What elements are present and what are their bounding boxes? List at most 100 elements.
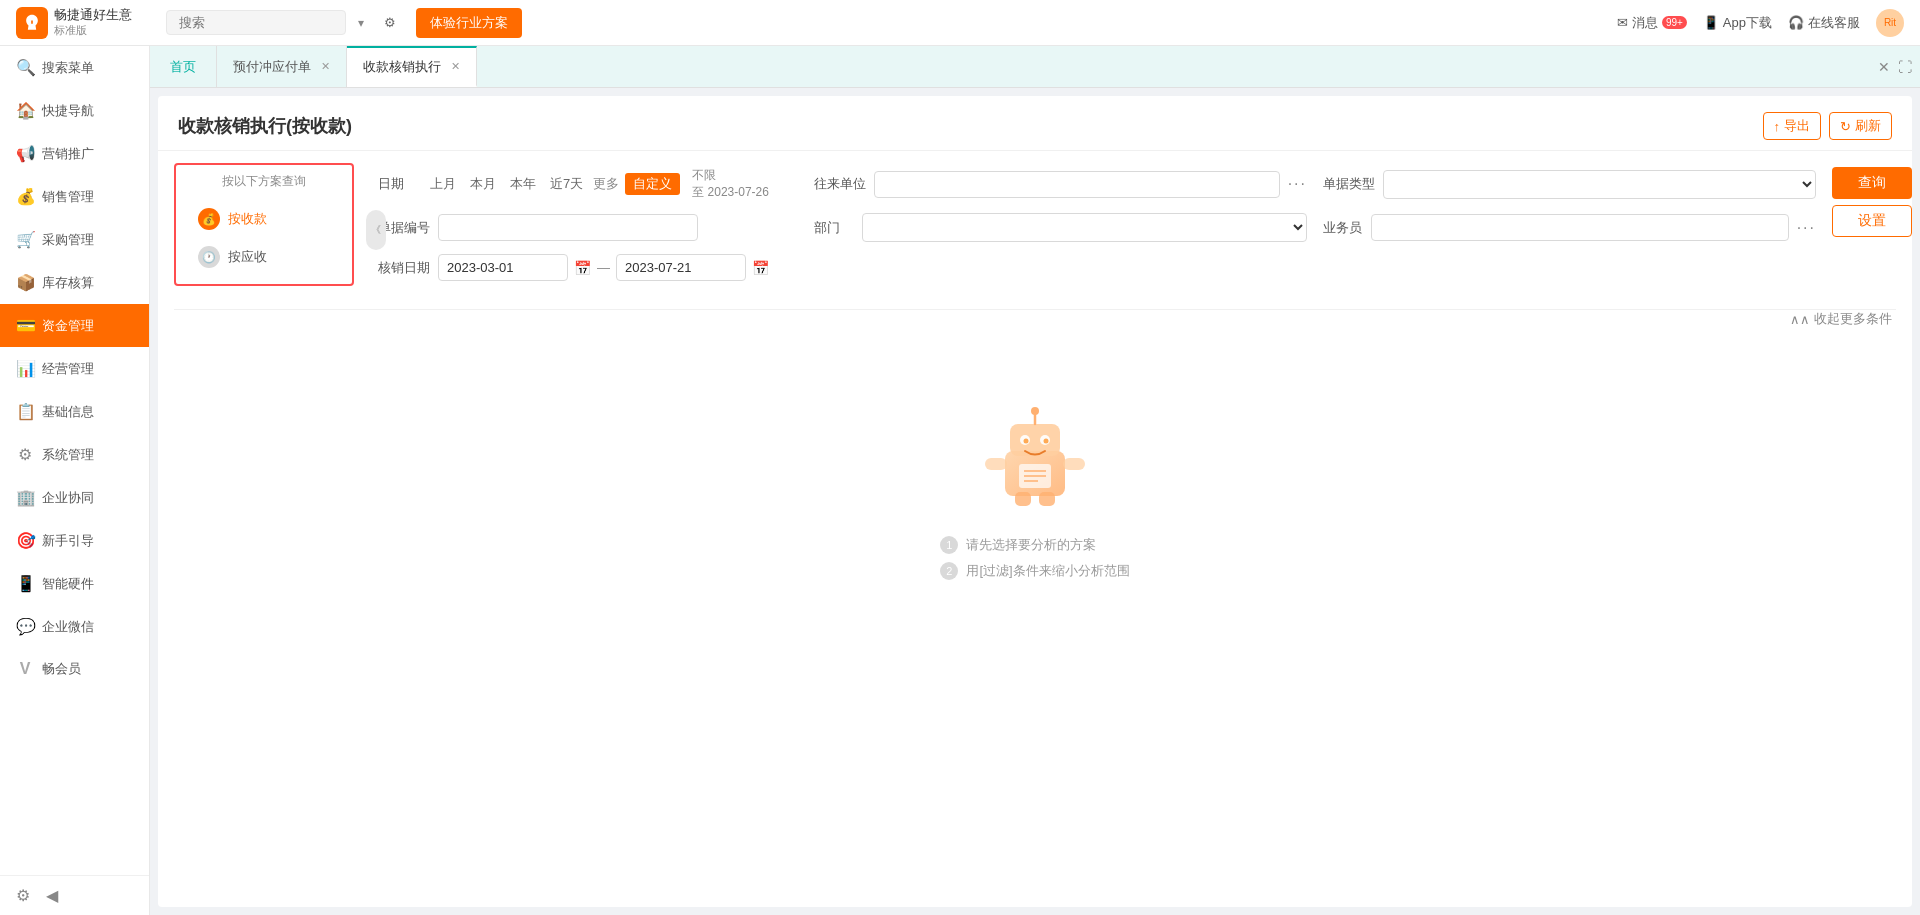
sidebar-item-basic-info[interactable]: 📋 基础信息 [0, 390, 149, 433]
filter-right: 日期 上月 本月 本年 近7天 更多 自定义 [374, 163, 1912, 297]
sidebar-item-sales[interactable]: 💰 销售管理 [0, 175, 149, 218]
sidebar-collapse-icon[interactable]: ◀ [46, 886, 58, 905]
date-field: 日期 上月 本月 本年 近7天 更多 自定义 [378, 167, 798, 201]
sidebar-label-wechat: 企业微信 [42, 618, 94, 636]
tab-expand-icon[interactable]: ⛶ [1898, 59, 1912, 75]
sidebar-item-system[interactable]: ⚙ 系统管理 [0, 433, 149, 476]
page-title: 收款核销执行(按收款) [178, 114, 352, 138]
sidebar-label-basic-info: 基础信息 [42, 403, 94, 421]
sidebar-item-member[interactable]: V 畅会员 [0, 648, 149, 690]
tab-bar-actions: ✕ ⛶ [1878, 59, 1920, 75]
export-button[interactable]: ↑ 导出 [1763, 112, 1822, 140]
counterparty-more-icon[interactable]: ··· [1288, 175, 1307, 193]
sidebar-settings-icon[interactable]: ⚙ [16, 886, 30, 905]
message-item[interactable]: ✉ 消息 99+ [1617, 14, 1687, 32]
query-button[interactable]: 查询 [1832, 167, 1912, 199]
svg-rect-9 [1063, 458, 1085, 470]
writeoff-date-range: 📅 — 📅 [438, 254, 769, 281]
query-button-area: 查询 设置 [1832, 163, 1912, 297]
online-service-item[interactable]: 🎧 在线客服 [1788, 14, 1860, 32]
svg-rect-8 [985, 458, 1007, 470]
sidebar-item-quick-nav[interactable]: 🏠 快捷导航 [0, 89, 149, 132]
department-select[interactable] [862, 213, 1307, 242]
sidebar-item-inventory[interactable]: 📦 库存核算 [0, 261, 149, 304]
empty-illustration [975, 396, 1095, 516]
dropdown-arrow-icon[interactable]: ▾ [358, 16, 364, 30]
basic-info-icon: 📋 [16, 402, 34, 421]
collapse-chevron-icon: ∧∧ [1790, 312, 1810, 327]
sidebar-item-wechat[interactable]: 💬 企业微信 [0, 605, 149, 648]
tab-prepayment-close-icon[interactable]: ✕ [321, 60, 330, 73]
date-btn-last-month[interactable]: 上月 [426, 173, 460, 195]
enterprise-icon: 🏢 [16, 488, 34, 507]
date-btn-this-month[interactable]: 本月 [466, 173, 500, 195]
department-field: 部门 [814, 213, 1307, 242]
salesperson-more-icon[interactable]: ··· [1797, 219, 1816, 237]
collapse-more-area: ∧∧ 收起更多条件 [158, 310, 1912, 336]
sidebar-item-guide[interactable]: 🎯 新手引导 [0, 519, 149, 562]
tab-prepayment[interactable]: 预付冲应付单 ✕ [217, 46, 347, 87]
sidebar-label-hardware: 智能硬件 [42, 575, 94, 593]
voucher-type-select[interactable] [1383, 170, 1816, 199]
main-layout: 🔍 搜索菜单 🏠 快捷导航 📢 营销推广 💰 销售管理 🛒 采购管理 📦 库存核… [0, 46, 1920, 915]
top-bar-center: ▾ ⚙ 体验行业方案 [166, 8, 1617, 38]
tab-receipt-writeoff[interactable]: 收款核销执行 ✕ [347, 46, 477, 87]
sidebar-item-finance[interactable]: 💳 资金管理 [0, 304, 149, 347]
sidebar-item-purchase[interactable]: 🛒 采购管理 [0, 218, 149, 261]
tab-close-all-icon[interactable]: ✕ [1878, 59, 1890, 75]
sidebar-label-purchase: 采购管理 [42, 231, 94, 249]
search-input[interactable] [166, 10, 346, 35]
marketing-icon: 📢 [16, 144, 34, 163]
hardware-icon: 📱 [16, 574, 34, 593]
tab-bar: 首页 预付冲应付单 ✕ 收款核销执行 ✕ ✕ ⛶ [150, 46, 1920, 88]
writeoff-start-input[interactable] [438, 254, 568, 281]
filter-row-3: 核销日期 📅 — 📅 [378, 254, 1816, 281]
date-range-text: 至 2023-07-26 [692, 184, 769, 201]
guide-icon: 🎯 [16, 531, 34, 550]
voucher-no-input[interactable] [438, 214, 698, 241]
date-btn-7days[interactable]: 近7天 [546, 173, 587, 195]
settings-icon[interactable]: ⚙ [376, 9, 404, 37]
by-receipt-label: 按收款 [228, 210, 267, 228]
search-icon: 🔍 [16, 58, 34, 77]
panel-collapse-button[interactable]: 《 [366, 210, 386, 250]
sidebar: 🔍 搜索菜单 🏠 快捷导航 📢 营销推广 💰 销售管理 🛒 采购管理 📦 库存核… [0, 46, 150, 915]
department-label: 部门 [814, 219, 854, 237]
sidebar-item-operations[interactable]: 📊 经营管理 [0, 347, 149, 390]
tab-home-label: 首页 [170, 58, 196, 76]
date-btn-more[interactable]: 更多 [593, 175, 619, 193]
collapse-more-button[interactable]: ∧∧ 收起更多条件 [1790, 310, 1892, 328]
sidebar-item-search-menu[interactable]: 🔍 搜索菜单 [0, 46, 149, 89]
writeoff-end-calendar-icon[interactable]: 📅 [752, 260, 769, 276]
sidebar-label-sales: 销售管理 [42, 188, 94, 206]
sidebar-label-finance: 资金管理 [42, 317, 94, 335]
counterparty-input[interactable] [874, 171, 1280, 198]
top-bar: 畅捷通好生意 标准版 ▾ ⚙ 体验行业方案 ✉ 消息 99+ 📱 App下载 🎧… [0, 0, 1920, 46]
sidebar-item-enterprise[interactable]: 🏢 企业协同 [0, 476, 149, 519]
sidebar-label-member: 畅会员 [42, 660, 81, 678]
sidebar-label-search-menu: 搜索菜单 [42, 59, 94, 77]
date-btn-custom[interactable]: 自定义 [625, 173, 680, 195]
date-btn-this-year[interactable]: 本年 [506, 173, 540, 195]
sidebar-item-marketing[interactable]: 📢 营销推广 [0, 132, 149, 175]
query-option-by-receivable[interactable]: 🕐 按应收 [188, 238, 340, 276]
tab-receipt-writeoff-close-icon[interactable]: ✕ [451, 60, 460, 73]
query-option-by-receipt[interactable]: 💰 按收款 [188, 200, 340, 238]
query-selector-panel: 按以下方案查询 💰 按收款 🕐 按应收 [174, 163, 354, 286]
filter-form: 日期 上月 本月 本年 近7天 更多 自定义 [374, 163, 1832, 297]
operations-icon: 📊 [16, 359, 34, 378]
user-avatar[interactable]: Rit [1876, 9, 1904, 37]
page-content: 收款核销执行(按收款) ↑ 导出 ↻ 刷新 按以下方 [158, 96, 1912, 907]
writeoff-end-input[interactable] [616, 254, 746, 281]
writeoff-start-calendar-icon[interactable]: 📅 [574, 260, 591, 276]
tab-home[interactable]: 首页 [150, 46, 217, 87]
industry-button[interactable]: 体验行业方案 [416, 8, 522, 38]
empty-hint-1: 1 请先选择要分析的方案 [940, 536, 1129, 554]
sidebar-item-hardware[interactable]: 📱 智能硬件 [0, 562, 149, 605]
refresh-button[interactable]: ↻ 刷新 [1829, 112, 1892, 140]
salesperson-input[interactable] [1371, 214, 1789, 241]
app-download-item[interactable]: 📱 App下载 [1703, 14, 1772, 32]
svg-point-5 [1044, 439, 1049, 444]
setting-button[interactable]: 设置 [1832, 205, 1912, 237]
voucher-type-field: 单据类型 [1323, 170, 1816, 199]
